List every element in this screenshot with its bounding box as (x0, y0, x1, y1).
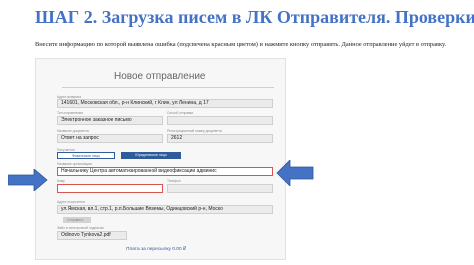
org-name-label: Название организации (57, 162, 92, 166)
doc-name-field[interactable]: Ответ на запрос (57, 134, 163, 143)
file-label: Файл в электронной подписью (57, 226, 104, 230)
recipient-legal-entity-tab[interactable]: Юридическое лицо (121, 152, 181, 159)
slide-title: ШАГ 2. Загрузка писем в ЛК Отправителя. … (35, 7, 474, 27)
send-button-label: Отправить (67, 218, 84, 222)
mail-type-field[interactable]: Электронное заказное письмо (57, 116, 163, 125)
file-field[interactable]: Odinovo Tynkova2.pdf (57, 231, 127, 240)
name-label: Кому (57, 179, 65, 183)
arrow-right-icon (8, 169, 48, 191)
org-name-field[interactable]: Начальнику Центра автоматизированной вид… (57, 167, 273, 176)
reg-number-label: Регистрационный номер документа (167, 129, 222, 133)
instructions-text: Внесите информацию по которой выявлена о… (35, 41, 447, 48)
send-method-field[interactable] (167, 116, 273, 125)
form-heading: Новое отправление (114, 71, 206, 82)
phone-field[interactable] (167, 184, 273, 193)
mail-type-label: Тип отправления (57, 111, 84, 115)
name-field[interactable] (57, 184, 163, 193)
heading-divider (62, 87, 274, 88)
recipient-address-field[interactable]: ул.Ямская, вл.1, стр.1, р.п.Большие Вязе… (57, 205, 273, 214)
sender-address-field[interactable]: 141601, Московская обл., р-н Клинский, г… (57, 99, 273, 108)
recipient-address-label: Адрес получателя (57, 200, 85, 204)
send-button[interactable]: Отправить (63, 217, 91, 223)
doc-name-label: Название документа (57, 129, 89, 133)
arrow-left-icon (276, 160, 314, 186)
new-shipment-form: Новое отправление Адрес возврата 141601,… (35, 58, 286, 260)
phone-label: Телефон (167, 179, 181, 183)
reg-number-field[interactable]: 2612 (167, 134, 273, 143)
shipping-fee-link[interactable]: Плата за пересылку 0.00 ₽ (126, 247, 186, 252)
recipient-individual-tab[interactable]: Физическое лицо (57, 152, 115, 159)
send-method-label: Способ отправки (167, 111, 194, 115)
